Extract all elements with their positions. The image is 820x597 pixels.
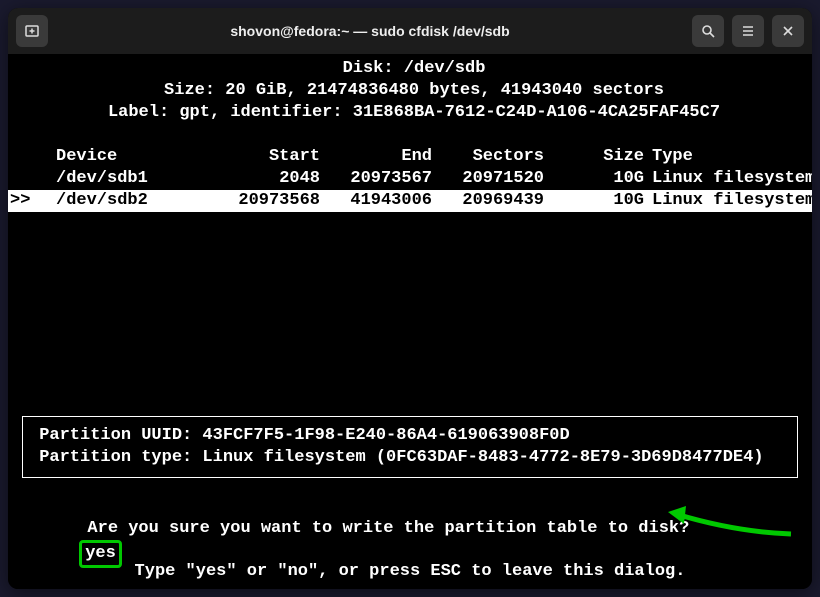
close-button[interactable] [772, 15, 804, 47]
menu-button[interactable] [732, 15, 764, 47]
column-headers: Device Start End Sectors Size Type [8, 146, 812, 168]
disk-label: Label: gpt, identifier: 31E868BA-7612-C2… [8, 102, 812, 124]
disk-size: Size: 20 GiB, 21474836480 bytes, 4194304… [8, 80, 812, 102]
col-type: Type [650, 146, 812, 168]
partition-info-box: Partition UUID: 43FCF7F5-1F98-E240-86A4-… [22, 416, 798, 478]
table-row-selected: >> /dev/sdb2 20973568 41943006 20969439 … [8, 190, 812, 212]
disk-header: Disk: /dev/sdb [8, 54, 812, 80]
selection-marker: >> [8, 190, 54, 212]
terminal-body[interactable]: Disk: /dev/sdb Size: 20 GiB, 21474836480… [8, 54, 812, 589]
col-start: Start [214, 146, 326, 168]
row-device: /dev/sdb1 [54, 168, 214, 190]
window-title: shovon@fedora:~ — sudo cfdisk /dev/sdb [56, 23, 684, 39]
partition-uuid: Partition UUID: 43FCF7F5-1F98-E240-86A4-… [29, 425, 791, 447]
terminal-window: shovon@fedora:~ — sudo cfdisk /dev/sdb D… [8, 8, 812, 589]
prompt-question: Are you sure you want to write the parti… [77, 519, 689, 538]
blank-line [8, 124, 812, 146]
col-sectors: Sectors [438, 146, 550, 168]
col-end: End [326, 146, 438, 168]
titlebar: shovon@fedora:~ — sudo cfdisk /dev/sdb [8, 8, 812, 54]
col-size: Size [550, 146, 650, 168]
col-device: Device [54, 146, 214, 168]
search-button[interactable] [692, 15, 724, 47]
dialog-hint: Type "yes" or "no", or press ESC to leav… [8, 561, 812, 583]
partition-type: Partition type: Linux filesystem (0FC63D… [29, 447, 791, 469]
row-device: /dev/sdb2 [54, 190, 214, 212]
new-tab-button[interactable] [16, 15, 48, 47]
table-row: /dev/sdb1 2048 20973567 20971520 10G Lin… [8, 168, 812, 190]
